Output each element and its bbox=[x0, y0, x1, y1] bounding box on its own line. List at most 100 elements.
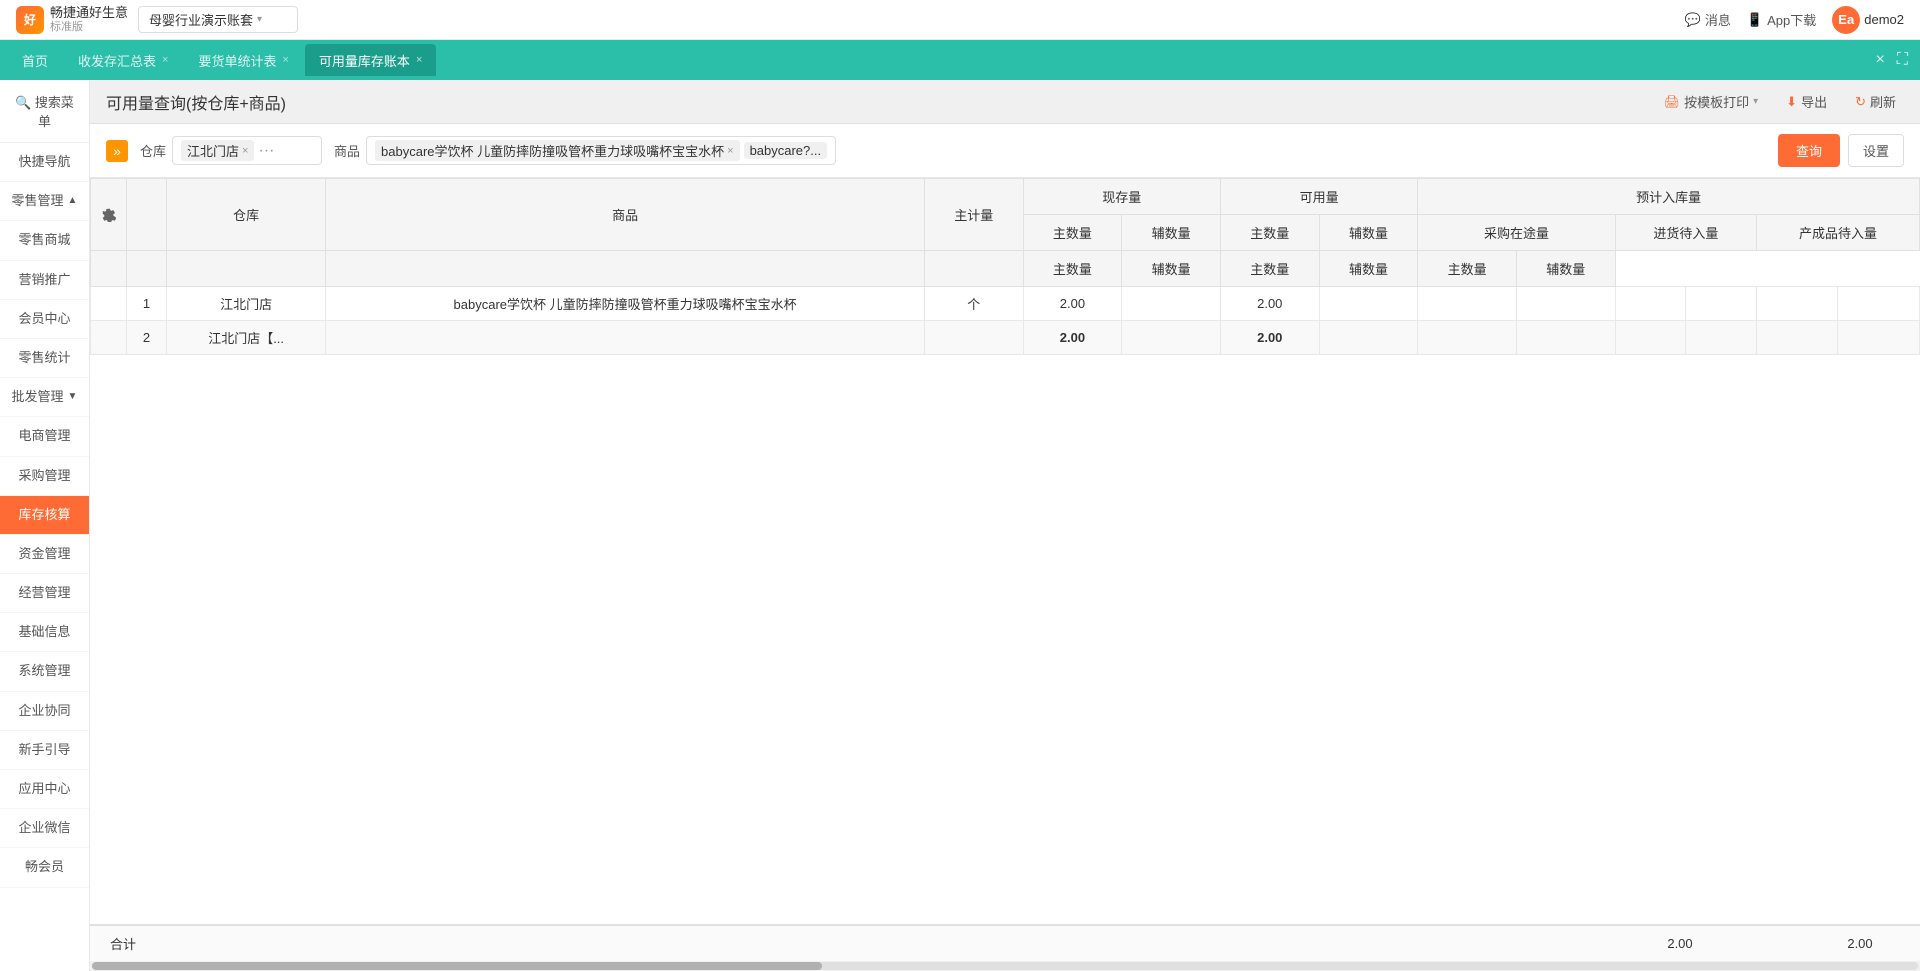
sidebar-item-retail-store[interactable]: 零售商城 bbox=[0, 221, 89, 260]
tab-close-icon[interactable]: × bbox=[282, 54, 288, 66]
row2-current-aux bbox=[1122, 321, 1221, 355]
tab-order-stats[interactable]: 要货单统计表 × bbox=[184, 44, 302, 76]
filter-expand-button[interactable]: » bbox=[106, 140, 128, 162]
more-filters-button[interactable]: ··· bbox=[258, 142, 274, 160]
sidebar-item-finance-mgmt[interactable]: 资金管理 bbox=[0, 535, 89, 574]
product-tag-2: babycare?... bbox=[744, 142, 828, 159]
table-row: 2 江北门店【... 2.00 2.00 bbox=[91, 321, 1920, 355]
search-menu-button[interactable]: 🔍 搜索菜单 bbox=[8, 88, 81, 134]
message-icon: 💬 bbox=[1685, 12, 1701, 28]
row2-ib-main bbox=[1615, 321, 1686, 355]
row2-available-aux bbox=[1319, 321, 1418, 355]
tab-home[interactable]: 首页 bbox=[8, 44, 62, 76]
nav-tabs-actions: × ⛶ bbox=[1871, 47, 1912, 73]
scrollbar-thumb[interactable] bbox=[92, 962, 822, 970]
remove-warehouse-tag-button[interactable]: × bbox=[242, 145, 248, 157]
username-label: demo2 bbox=[1864, 12, 1904, 27]
refresh-button[interactable]: ↻ 刷新 bbox=[1847, 88, 1904, 115]
row2-pd-aux bbox=[1838, 321, 1920, 355]
filter-actions: 查询 设置 bbox=[1778, 134, 1904, 167]
top-bar: 好 畅捷通好生意 标准版 母婴行业演示账套 ▾ 💬 消息 📱 App下载 Ea … bbox=[0, 0, 1920, 40]
main-layout: 🔍 搜索菜单 快捷导航 零售管理 ▲ 零售商城 营销推广 会员中心 零售统计 批… bbox=[0, 80, 1920, 971]
sidebar-item-inventory-check[interactable]: 库存核算 bbox=[0, 496, 89, 535]
col-available-header: 可用量 bbox=[1220, 179, 1417, 215]
tab-close-icon[interactable]: × bbox=[162, 54, 168, 66]
filter-area: » 仓库 江北门店 × ··· 商品 babycare学饮杯 儿童防摔防撞吸管杯… bbox=[90, 124, 1920, 178]
col-warehouse-header: 仓库 bbox=[167, 179, 326, 251]
production-pending-header: 产成品待入量 bbox=[1757, 215, 1920, 251]
tab-receive-summary[interactable]: 收发存汇总表 × bbox=[64, 44, 182, 76]
row2-pt-aux bbox=[1516, 321, 1615, 355]
row2-current-main: 2.00 bbox=[1023, 321, 1122, 355]
page-actions: 🖨 按模板打印 ▾ ⬇ 导出 ↻ 刷新 bbox=[1656, 88, 1904, 115]
sidebar-item-purchase-mgmt[interactable]: 采购管理 bbox=[0, 457, 89, 496]
nav-tabs: 首页 收发存汇总表 × 要货单统计表 × 可用量库存账本 × × ⛶ bbox=[0, 40, 1920, 80]
top-bar-right: 💬 消息 📱 App下载 Ea demo2 bbox=[1685, 6, 1904, 34]
sidebar-item-new-guide[interactable]: 新手引导 bbox=[0, 731, 89, 770]
settings-button[interactable]: 设置 bbox=[1848, 134, 1904, 167]
sidebar-item-basic-info[interactable]: 基础信息 bbox=[0, 613, 89, 652]
row2-available-main: 2.00 bbox=[1220, 321, 1319, 355]
query-button[interactable]: 查询 bbox=[1778, 134, 1840, 167]
sidebar-item-shortcut[interactable]: 快捷导航 bbox=[0, 143, 89, 182]
col-settings-header[interactable] bbox=[91, 179, 127, 251]
warehouse-tag: 江北门店 × bbox=[181, 140, 254, 161]
fullscreen-button[interactable]: ⛶ bbox=[1893, 47, 1912, 73]
sidebar-item-retail-stats[interactable]: 零售统计 bbox=[0, 339, 89, 378]
data-table: 仓库 商品 主计量 现存量 可用量 预计入库量 主数量 辅数量 主数量 辅数量 … bbox=[90, 178, 1920, 355]
purchase-transit-main-header: 主数量 bbox=[1023, 251, 1122, 287]
sidebar-item-ecommerce-mgmt[interactable]: 电商管理 bbox=[0, 417, 89, 456]
col-current-stock-header: 现存量 bbox=[1023, 179, 1220, 215]
expand-arrow-icon: ▲ bbox=[68, 194, 78, 208]
sidebar-item-retail-mgmt[interactable]: 零售管理 ▲ bbox=[0, 182, 89, 221]
sidebar-item-enterprise-coop[interactable]: 企业协同 bbox=[0, 692, 89, 731]
row1-current-aux bbox=[1122, 287, 1221, 321]
sidebar-item-marketing[interactable]: 营销推广 bbox=[0, 261, 89, 300]
sidebar-item-system-mgmt[interactable]: 系统管理 bbox=[0, 652, 89, 691]
footer-available-main: 2.00 bbox=[1810, 936, 1910, 951]
row1-ib-aux bbox=[1686, 287, 1757, 321]
export-button[interactable]: ⬇ 导出 bbox=[1778, 88, 1835, 115]
remove-product-tag1-button[interactable]: × bbox=[727, 145, 733, 157]
tab-available-stock[interactable]: 可用量库存账本 × bbox=[305, 44, 436, 76]
col-unit-header: 主计量 bbox=[924, 179, 1023, 251]
tab-close-icon[interactable]: × bbox=[416, 54, 422, 66]
available-aux-qty-header: 辅数量 bbox=[1319, 215, 1418, 251]
company-selector[interactable]: 母婴行业演示账套 ▾ bbox=[138, 6, 298, 33]
table-footer: 合计 2.00 2.00 bbox=[90, 924, 1920, 961]
product-filter-tags[interactable]: babycare学饮杯 儿童防摔防撞吸管杯重力球吸嘴杯宝宝水杯 × babyca… bbox=[366, 136, 836, 165]
sidebar-item-member-center[interactable]: 会员中心 bbox=[0, 300, 89, 339]
sidebar-item-wholesale-mgmt[interactable]: 批发管理 ▼ bbox=[0, 378, 89, 417]
sidebar-item-operations-mgmt[interactable]: 经营管理 bbox=[0, 574, 89, 613]
row2-no: 2 bbox=[127, 321, 167, 355]
warehouse-filter-label: 仓库 bbox=[140, 141, 166, 160]
product-filter-group: 商品 babycare学饮杯 儿童防摔防撞吸管杯重力球吸嘴杯宝宝水杯 × bab… bbox=[334, 136, 836, 165]
message-button[interactable]: 💬 消息 bbox=[1685, 10, 1731, 29]
close-all-tabs-button[interactable]: × bbox=[1871, 47, 1888, 73]
row1-warehouse: 江北门店 bbox=[167, 287, 326, 321]
footer-current-main: 2.00 bbox=[1630, 936, 1730, 951]
purchase-transit-header: 采购在途量 bbox=[1418, 215, 1615, 251]
print-button[interactable]: 🖨 按模板打印 ▾ bbox=[1656, 88, 1767, 115]
row2-ib-aux bbox=[1686, 321, 1757, 355]
sidebar-item-app-center[interactable]: 应用中心 bbox=[0, 770, 89, 809]
col-no-header bbox=[127, 179, 167, 251]
logo-icon: 好 bbox=[16, 6, 44, 34]
table-area: 仓库 商品 主计量 现存量 可用量 预计入库量 主数量 辅数量 主数量 辅数量 … bbox=[90, 178, 1920, 924]
scrollbar-track bbox=[92, 962, 1918, 970]
logo-text: 畅捷通好生意 标准版 bbox=[50, 5, 128, 34]
app-download-button[interactable]: 📱 App下载 bbox=[1747, 10, 1816, 29]
sidebar: 🔍 搜索菜单 快捷导航 零售管理 ▲ 零售商城 营销推广 会员中心 零售统计 批… bbox=[0, 80, 90, 971]
footer-total-label: 合计 bbox=[100, 934, 146, 953]
row2-warehouse: 江北门店【... bbox=[167, 321, 326, 355]
row1-product: babycare学饮杯 儿童防摔防撞吸管杯重力球吸嘴杯宝宝水杯 bbox=[326, 287, 925, 321]
horizontal-scrollbar[interactable] bbox=[90, 961, 1920, 971]
row2-pt-main bbox=[1418, 321, 1517, 355]
row2-product bbox=[326, 321, 925, 355]
sidebar-item-member[interactable]: 畅会员 bbox=[0, 848, 89, 887]
row1-pd-aux bbox=[1838, 287, 1920, 321]
user-menu[interactable]: Ea demo2 bbox=[1832, 6, 1904, 34]
sidebar-item-enterprise-wechat[interactable]: 企业微信 bbox=[0, 809, 89, 848]
col-product-header: 商品 bbox=[326, 179, 925, 251]
warehouse-filter-tags[interactable]: 江北门店 × ··· bbox=[172, 136, 322, 165]
